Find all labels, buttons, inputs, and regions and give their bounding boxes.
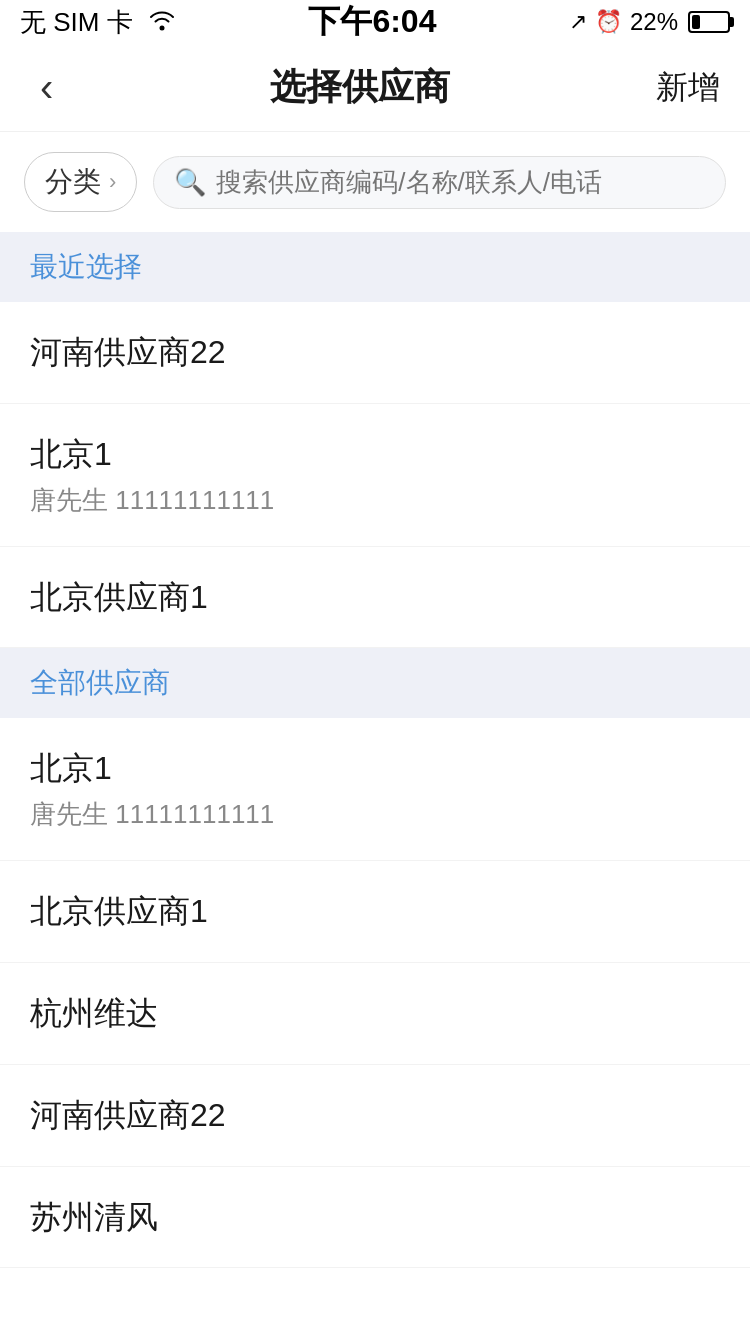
recent-items-list: 河南供应商22 北京1 唐先生 11111111111 北京供应商1 — [0, 302, 750, 648]
item-name: 杭州维达 — [30, 991, 720, 1036]
sim-status: 无 SIM 卡 — [20, 7, 133, 37]
list-item[interactable]: 北京供应商1 — [0, 861, 750, 963]
list-item[interactable]: 北京1 唐先生 11111111111 — [0, 718, 750, 861]
nav-bar: ‹ 选择供应商 新增 — [0, 44, 750, 132]
item-sub: 唐先生 11111111111 — [30, 483, 720, 518]
all-items-list: 北京1 唐先生 11111111111 北京供应商1 杭州维达河南供应商22 苏州清风 — [0, 718, 750, 1268]
status-time: 下午6:04 — [308, 0, 436, 44]
alarm-icon: ⏰ — [595, 9, 622, 35]
list-item[interactable]: 河南供应商22 — [0, 1065, 750, 1167]
location-icon: ↗ — [569, 9, 587, 35]
search-input[interactable] — [216, 167, 705, 198]
item-name: 河南供应商22 — [30, 330, 720, 375]
item-name: 北京1 — [30, 432, 720, 477]
recent-section-header: 最近选择 — [0, 232, 750, 302]
item-name: 北京供应商1 — [30, 889, 720, 934]
all-section-header: 全部供应商 — [0, 648, 750, 718]
page-title: 选择供应商 — [270, 63, 450, 112]
chevron-right-icon: › — [109, 169, 116, 195]
status-left: 无 SIM 卡 — [20, 5, 176, 40]
filter-bar: 分类 › 🔍 — [0, 132, 750, 232]
back-button[interactable]: ‹ — [30, 55, 63, 120]
search-box[interactable]: 🔍 — [153, 156, 726, 209]
search-icon: 🔍 — [174, 167, 206, 198]
item-name: 北京1 — [30, 746, 720, 791]
status-bar: 无 SIM 卡 下午6:04 ↗ ⏰ 22% — [0, 0, 750, 44]
add-button[interactable]: 新增 — [656, 66, 720, 110]
battery-percent: 22% — [630, 8, 678, 36]
category-filter-button[interactable]: 分类 › — [24, 152, 137, 212]
list-item[interactable]: 河南供应商22 — [0, 302, 750, 404]
wifi-icon — [148, 7, 176, 37]
list-item[interactable]: 杭州维达 — [0, 963, 750, 1065]
list-item[interactable]: 北京1 唐先生 11111111111 — [0, 404, 750, 547]
item-name: 河南供应商22 — [30, 1093, 720, 1138]
list-item[interactable]: 苏州清风 — [0, 1167, 750, 1269]
list-item[interactable]: 北京供应商1 — [0, 547, 750, 649]
status-right: ↗ ⏰ 22% — [569, 8, 730, 36]
category-label: 分类 — [45, 163, 101, 201]
item-name: 苏州清风 — [30, 1195, 720, 1240]
item-name: 北京供应商1 — [30, 575, 720, 620]
battery-icon — [688, 11, 730, 33]
item-sub: 唐先生 11111111111 — [30, 797, 720, 832]
